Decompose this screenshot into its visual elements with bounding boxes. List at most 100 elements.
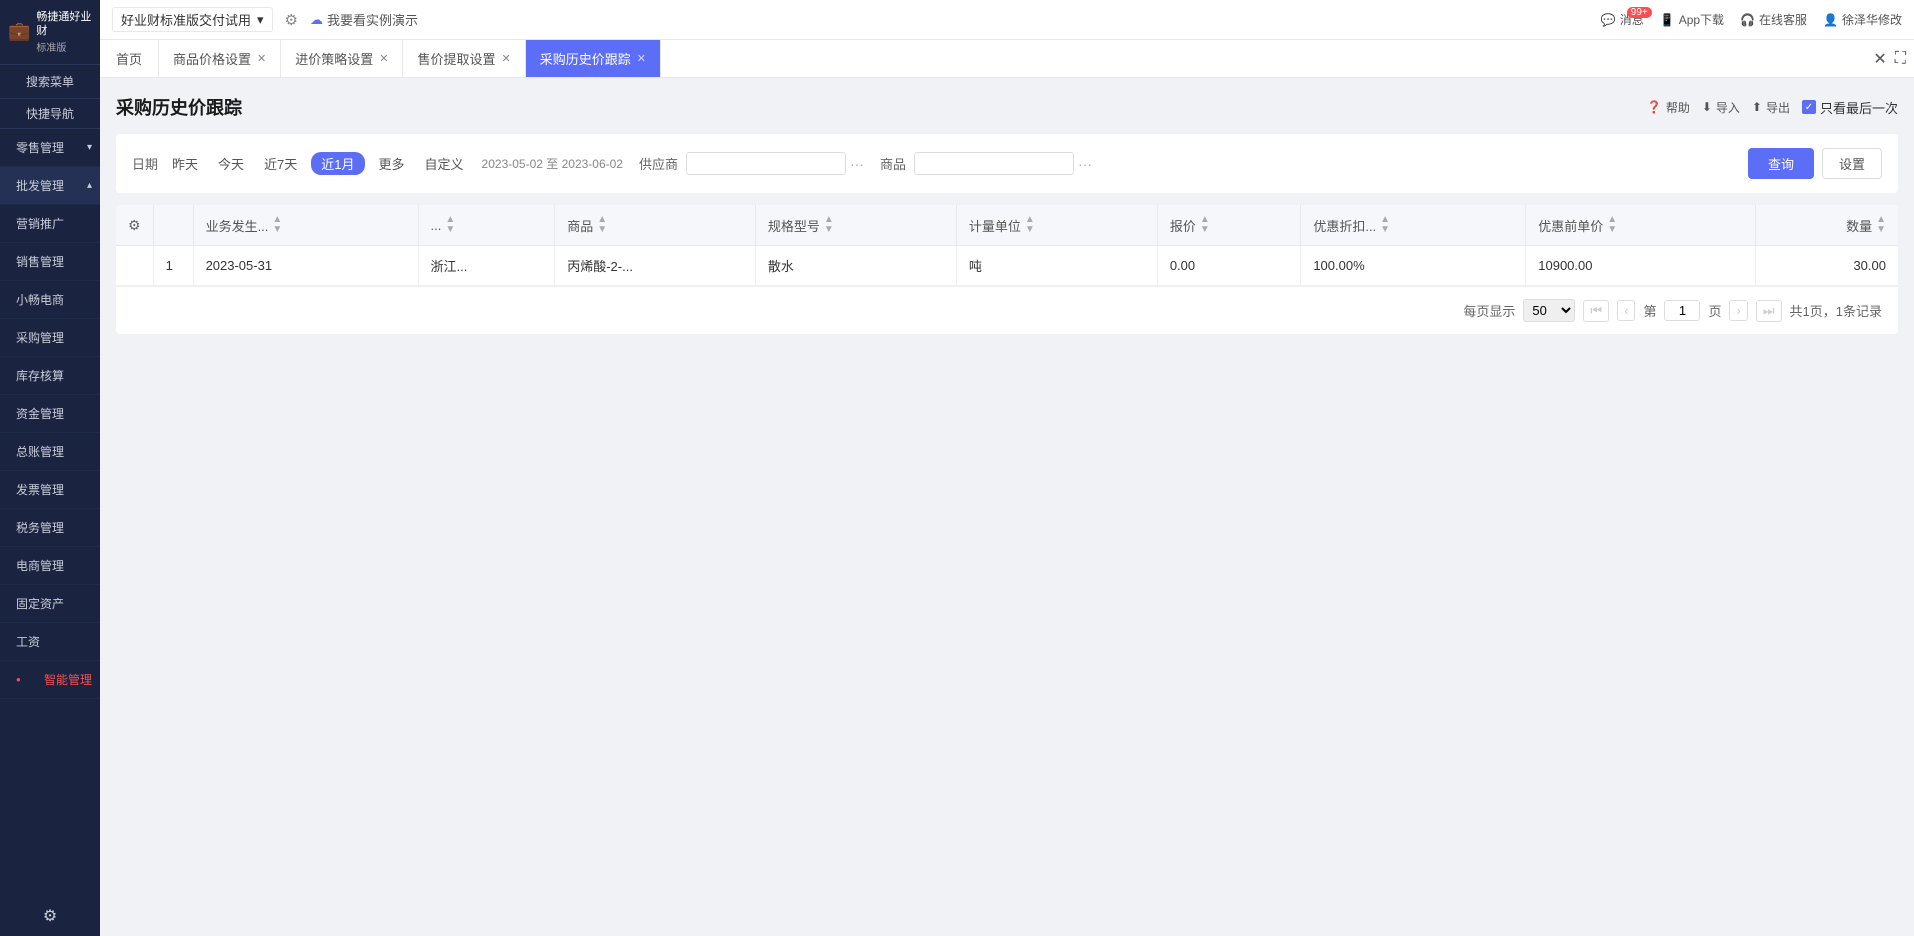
sidebar-bottom: ⚙ — [0, 896, 100, 936]
service-label: 在线客服 — [1759, 11, 1807, 28]
row-product: 丙烯酸-2-... — [555, 246, 756, 286]
product-input[interactable] — [914, 152, 1074, 175]
sidebar-item-ecommerce-small[interactable]: 小畅电商 — [0, 281, 100, 319]
table-col-quantity[interactable]: 数量 ▲▼ — [1756, 205, 1899, 246]
table-col-pre-price[interactable]: 优惠前单价 ▲▼ — [1526, 205, 1756, 246]
tab-home[interactable]: 首页 — [100, 40, 159, 78]
only-last-label: 只看最后一次 — [1820, 98, 1898, 117]
sidebar-quick-nav[interactable]: 快捷导航 — [0, 99, 100, 129]
product-filter-label: 商品 — [880, 154, 906, 173]
sidebar-item-label: 营销推广 — [16, 215, 64, 232]
date-range: 2023-05-02 至 2023-06-02 — [482, 155, 623, 172]
expand-icon[interactable]: ⛶ — [1895, 50, 1906, 68]
tab-cost-strategy[interactable]: 进价策略设置 ✕ — [281, 40, 403, 78]
table-header-row: ⚙ 业务发生... ▲▼ ... ▲▼ — [116, 205, 1898, 246]
table-col-spec[interactable]: 规格型号 ▲▼ — [755, 205, 956, 246]
date-option-today[interactable]: 今天 — [212, 152, 250, 175]
table-col-discount[interactable]: 优惠折扣... ▲▼ — [1301, 205, 1526, 246]
tab-label: 商品价格设置 — [173, 49, 251, 68]
date-option-yesterday[interactable]: 昨天 — [166, 152, 204, 175]
settings-icon[interactable]: ⚙ — [285, 11, 298, 29]
close-tab-icon[interactable]: ✕ — [1873, 49, 1886, 69]
import-button[interactable]: ⬇ 导入 — [1702, 99, 1740, 116]
column-settings-icon[interactable]: ⚙ — [128, 217, 141, 233]
filter-settings-button[interactable]: 设置 — [1822, 148, 1882, 179]
sidebar-item-ecommerce[interactable]: 电商管理 — [0, 547, 100, 585]
table-col-product[interactable]: 商品 ▲▼ — [555, 205, 756, 246]
data-table: ⚙ 业务发生... ▲▼ ... ▲▼ — [116, 205, 1898, 286]
sidebar-item-salary[interactable]: 工资 — [0, 623, 100, 661]
sidebar-item-invoice[interactable]: 发票管理 — [0, 471, 100, 509]
total-label: 共1页，1条记录 — [1790, 301, 1882, 320]
sidebar-item-fixed-assets[interactable]: 固定资产 — [0, 585, 100, 623]
supplier-more-icon[interactable]: ··· — [850, 156, 864, 172]
sidebar-search[interactable]: 搜索菜单 — [0, 65, 100, 99]
sidebar-item-finance[interactable]: 资金管理 — [0, 395, 100, 433]
app-name: 畅捷通好业财 — [36, 10, 92, 39]
table-col-date[interactable]: 业务发生... ▲▼ — [193, 205, 418, 246]
supplier-input[interactable] — [686, 152, 846, 175]
prev-page-button[interactable]: ‹ — [1617, 300, 1635, 321]
per-page-select[interactable]: 50 10 20 100 — [1523, 299, 1575, 322]
tab-close-icon[interactable]: ✕ — [379, 52, 388, 65]
col-quantity-label: 数量 — [1846, 216, 1872, 235]
sidebar-item-label: 固定资产 — [16, 595, 64, 612]
export-button[interactable]: ⬆ 导出 — [1752, 99, 1790, 116]
checkbox-icon: ✓ — [1802, 100, 1816, 114]
tab-product-price[interactable]: 商品价格设置 ✕ — [159, 40, 281, 78]
first-page-button[interactable]: ⏮ — [1583, 300, 1609, 322]
date-option-more[interactable]: 更多 — [373, 152, 411, 175]
next-page-button[interactable]: › — [1729, 300, 1747, 321]
sidebar-item-label: 库存核算 — [16, 367, 64, 384]
sort-icon: ▲▼ — [445, 215, 455, 235]
sidebar: 💼 畅捷通好业财 标准版 搜索菜单 快捷导航 零售管理 ▾ 批发管理 ▴ 营销推… — [0, 0, 100, 936]
page-input[interactable] — [1664, 300, 1700, 321]
gear-icon[interactable]: ⚙ — [43, 908, 57, 925]
sidebar-item-retail[interactable]: 零售管理 ▾ — [0, 129, 100, 167]
help-button[interactable]: ❓ 帮助 — [1647, 99, 1690, 116]
tab-purchase-history[interactable]: 采购历史价跟踪 ✕ — [526, 40, 661, 78]
date-option-custom[interactable]: 自定义 — [419, 152, 470, 175]
data-table-wrap: ⚙ 业务发生... ▲▼ ... ▲▼ — [116, 205, 1898, 334]
topbar: 好业财标准版交付试用 ▾ ⚙ ☁ 我要看实例演示 💬 消息 99+ 📱 App下… — [100, 0, 1914, 40]
product-more-icon[interactable]: ··· — [1078, 156, 1092, 172]
sidebar-item-sales[interactable]: 销售管理 — [0, 243, 100, 281]
app-download-button[interactable]: 📱 App下载 — [1660, 11, 1724, 28]
page-actions: ❓ 帮助 ⬇ 导入 ⬆ 导出 ✓ 只看最后一次 — [1647, 98, 1898, 117]
sidebar-item-inventory[interactable]: 库存核算 — [0, 357, 100, 395]
tabs-bar: 首页 商品价格设置 ✕ 进价策略设置 ✕ 售价提取设置 ✕ 采购历史价跟踪 ✕ … — [100, 40, 1914, 78]
page-label: 第 — [1643, 301, 1656, 320]
date-option-7days[interactable]: 近7天 — [258, 152, 303, 175]
product-selector[interactable]: 好业财标准版交付试用 ▾ — [112, 7, 273, 32]
table-col-3[interactable]: ... ▲▼ — [418, 205, 555, 246]
topbar-right: 💬 消息 99+ 📱 App下载 🎧 在线客服 👤 徐泽华修改 — [1601, 11, 1902, 28]
table-col-unit[interactable]: 计量单位 ▲▼ — [956, 205, 1157, 246]
tab-close-icon[interactable]: ✕ — [637, 52, 646, 65]
table-col-price[interactable]: 报价 ▲▼ — [1157, 205, 1301, 246]
only-last-toggle[interactable]: ✓ 只看最后一次 — [1802, 98, 1898, 117]
sidebar-item-ledger[interactable]: 总账管理 — [0, 433, 100, 471]
sort-icon: ▲▼ — [824, 215, 834, 235]
service-button[interactable]: 🎧 在线客服 — [1740, 11, 1807, 28]
tab-price-extract[interactable]: 售价提取设置 ✕ — [403, 40, 525, 78]
sidebar-item-tax[interactable]: 税务管理 — [0, 509, 100, 547]
sidebar-item-purchase[interactable]: 采购管理 — [0, 319, 100, 357]
demo-link[interactable]: ☁ 我要看实例演示 — [310, 10, 418, 29]
sidebar-item-ai[interactable]: ● 智能管理 — [0, 661, 100, 699]
table-col-index — [153, 205, 193, 246]
content-area: 采购历史价跟踪 ❓ 帮助 ⬇ 导入 ⬆ 导出 ✓ 只 — [100, 78, 1914, 936]
last-page-button[interactable]: ⏭ — [1756, 300, 1782, 322]
query-button[interactable]: 查询 — [1748, 148, 1814, 179]
table-col-settings[interactable]: ⚙ — [116, 205, 153, 246]
tab-close-icon[interactable]: ✕ — [502, 52, 511, 65]
tab-close-icon[interactable]: ✕ — [257, 52, 266, 65]
headset-icon: 🎧 — [1740, 13, 1755, 27]
date-option-1month[interactable]: 近1月 — [311, 152, 364, 175]
sidebar-item-marketing[interactable]: 营销推广 — [0, 205, 100, 243]
message-button[interactable]: 💬 消息 99+ — [1601, 11, 1644, 28]
user-button[interactable]: 👤 徐泽华修改 — [1823, 11, 1902, 28]
sidebar-item-wholesale[interactable]: 批发管理 ▴ — [0, 167, 100, 205]
help-icon: ❓ — [1647, 100, 1662, 114]
page-title: 采购历史价跟踪 — [116, 94, 242, 120]
col-3-label: ... — [431, 218, 442, 233]
